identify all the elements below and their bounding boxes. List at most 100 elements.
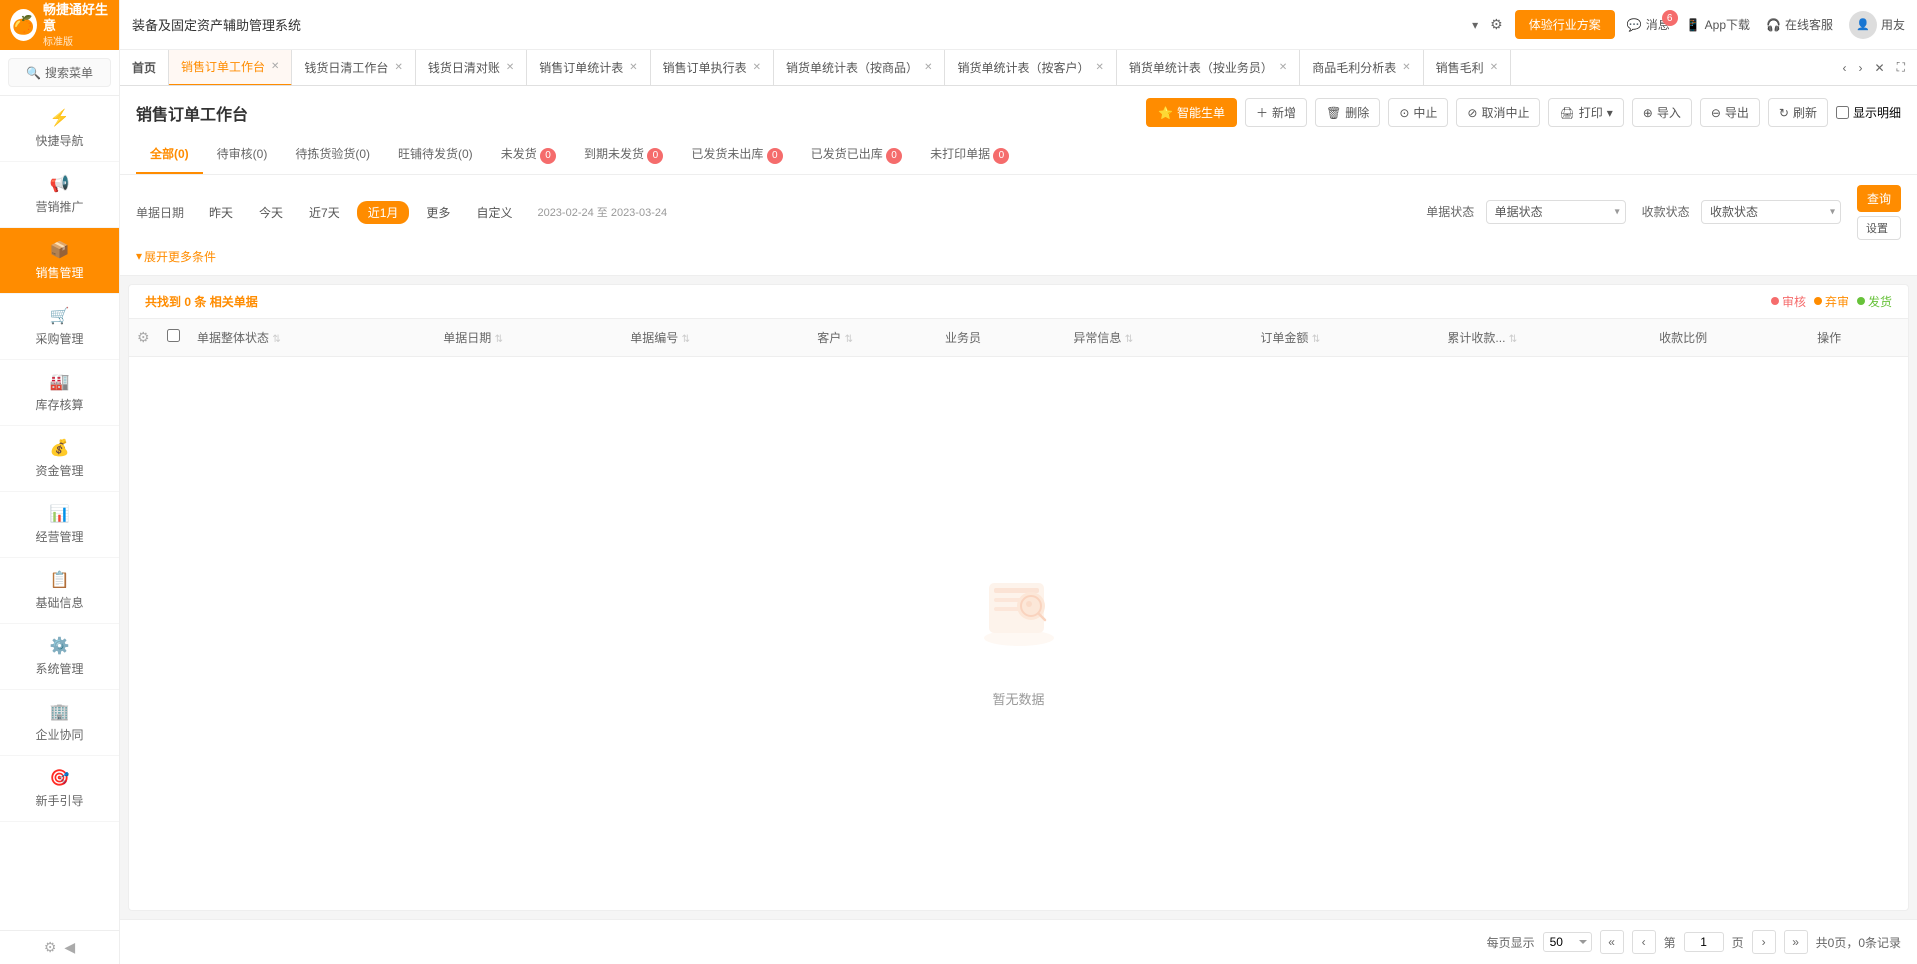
smart-generate-button[interactable]: ⭐ 智能生单 [1146,98,1237,127]
date-btn-today[interactable]: 今天 [250,201,292,224]
cancel-review-btn[interactable]: 弃审 [1814,293,1849,310]
topbar-message[interactable]: 💬 消息 6 [1627,16,1670,33]
tab-gross-margin[interactable]: 商品毛利分析表 ✕ [1300,50,1423,86]
th-settings: ⚙ [129,319,159,357]
sub-tab-shipped-not-out[interactable]: 已发货未出库 0 [677,137,796,174]
col-status-sort[interactable]: ⇅ [272,334,280,345]
tabs-prev-icon[interactable]: ‹ [1839,59,1851,77]
tab-sales-summary-staff-close[interactable]: ✕ [1279,62,1287,73]
industry-solution-button[interactable]: 体验行业方案 [1515,10,1615,39]
sidebar-item-inventory[interactable]: 🏭 库存核算 [0,360,119,426]
tabs-next-icon[interactable]: › [1855,59,1867,77]
tab-home[interactable]: 首页 [120,50,169,86]
sidebar-item-enterprise[interactable]: 🏢 企业协同 [0,690,119,756]
tab-sales-workbench[interactable]: 销售订单工作台 ✕ [169,50,292,86]
tab-cash-reconcile[interactable]: 钱货日清对账 ✕ [416,50,527,86]
sidebar-settings-icon[interactable]: ⚙ [44,939,57,956]
sub-tab-wangpu-ship[interactable]: 旺铺待发货(0) [384,137,487,174]
tab-sales-summary-customer-close[interactable]: ✕ [1095,62,1103,73]
tab-cash-reconcile-close[interactable]: ✕ [506,62,514,73]
review-btn[interactable]: 审核 [1771,293,1806,310]
tab-sales-exec[interactable]: 销售订单执行表 ✕ [651,50,774,86]
status-filter-select[interactable]: 单据状态 [1486,200,1626,224]
tab-sales-summary-product-close[interactable]: ✕ [924,62,932,73]
expand-more-button[interactable]: ▾ 展开更多条件 [136,248,216,265]
tab-sales-summary-customer[interactable]: 销货单统计表（按客户） ✕ [945,50,1116,86]
show-detail-label[interactable]: 显示明细 [1836,104,1901,121]
ship-btn[interactable]: 发货 [1857,293,1892,310]
per-page-select[interactable]: 10 20 50 100 [1543,932,1592,952]
sub-tab-expired-not-shipped[interactable]: 到期未发货 0 [570,137,677,174]
topbar-settings-icon[interactable]: ⚙ [1490,16,1503,33]
column-settings-icon[interactable]: ⚙ [137,329,150,345]
payment-filter-select[interactable]: 收款状态 [1701,200,1841,224]
tab-sales-profit-close[interactable]: ✕ [1490,62,1498,73]
tab-cash-daily[interactable]: 钱货日清工作台 ✕ [292,50,415,86]
tab-sales-profit[interactable]: 销售毛利 ✕ [1424,50,1511,86]
print-button[interactable]: 🖨 打印 ▾ [1548,98,1623,127]
pagination-next-btn[interactable]: › [1752,930,1776,954]
query-button[interactable]: 查询 [1857,185,1901,212]
topbar-dropdown-icon[interactable]: ▾ [1472,18,1478,32]
new-button[interactable]: ＋ 新增 [1245,98,1307,127]
select-all-checkbox[interactable] [167,329,180,342]
date-btn-1month[interactable]: 近1月 [357,201,410,224]
col-amount-sort[interactable]: ⇅ [1312,334,1320,345]
sidebar-collapse-icon[interactable]: ◀ [64,939,75,956]
col-collected-sort[interactable]: ⇅ [1509,334,1517,345]
sidebar-item-guide[interactable]: 🎯 新手引导 [0,756,119,822]
pagination-first-btn[interactable]: « [1600,930,1624,954]
sidebar-item-system[interactable]: ⚙️ 系统管理 [0,624,119,690]
tabs-fullscreen-icon[interactable]: ⛶ [1893,58,1909,77]
tab-sales-summary-staff[interactable]: 销货单统计表（按业务员） ✕ [1117,50,1300,86]
export-button[interactable]: ⊖ 导出 [1700,98,1760,127]
date-btn-more[interactable]: 更多 [417,201,459,224]
sub-tab-pending-inspect[interactable]: 待拣货验货(0) [281,137,384,174]
refresh-button[interactable]: ↻ 刷新 [1768,98,1828,127]
topbar-online-service[interactable]: 🎧 在线客服 [1766,16,1833,33]
tabs-close-all-icon[interactable]: ✕ [1871,59,1889,77]
date-btn-yesterday[interactable]: 昨天 [200,201,242,224]
col-abnormal-sort[interactable]: ⇅ [1125,334,1133,345]
col-customer-sort[interactable]: ⇅ [845,334,853,345]
cancel-pause-button[interactable]: ⊘ 取消中止 [1456,98,1540,127]
pagination-prev-btn[interactable]: ‹ [1632,930,1656,954]
import-button[interactable]: ⊕ 导入 [1632,98,1692,127]
tab-sales-stats[interactable]: 销售订单统计表 ✕ [527,50,650,86]
tab-gross-margin-close[interactable]: ✕ [1402,62,1410,73]
date-btn-7days[interactable]: 近7天 [300,201,349,224]
tab-sales-stats-close[interactable]: ✕ [629,62,637,73]
sidebar-item-finance[interactable]: 💰 资金管理 [0,426,119,492]
col-number-sort[interactable]: ⇅ [682,334,690,345]
sub-tab-all[interactable]: 全部(0) [136,137,203,174]
sidebar-item-basic-info[interactable]: 📋 基础信息 [0,558,119,624]
topbar-user[interactable]: 👤 用友 [1849,11,1905,39]
col-amount-label: 订单金额 [1260,331,1308,345]
sidebar-item-marketing[interactable]: 📢 营销推广 [0,162,119,228]
tab-cash-daily-close[interactable]: ✕ [394,62,402,73]
sidebar-item-sales[interactable]: 📦 销售管理 [0,228,119,294]
sidebar-item-operations[interactable]: 📊 经营管理 [0,492,119,558]
sidebar-search-button[interactable]: 🔍 搜索菜单 [8,58,111,87]
col-date-sort[interactable]: ⇅ [495,334,503,345]
filter-settings-button[interactable]: 设置 [1857,216,1901,240]
tab-sales-exec-close[interactable]: ✕ [753,62,761,73]
trash-icon: 🗑 [1326,106,1341,120]
sub-tab-not-shipped[interactable]: 未发货 0 [487,137,570,174]
table-header-row: ⚙ 单据整体状态 ⇅ 单据日期 ⇅ [129,319,1908,357]
show-detail-checkbox[interactable] [1836,106,1849,119]
pagination-last-btn[interactable]: » [1784,930,1808,954]
sub-tab-not-printed[interactable]: 未打印单据 0 [916,137,1023,174]
topbar-app-download[interactable]: 📱 App下载 [1686,16,1750,33]
pause-button[interactable]: ⊙ 中止 [1388,98,1448,127]
delete-button[interactable]: 🗑 删除 [1315,98,1380,127]
sub-tab-shipped-out[interactable]: 已发货已出库 0 [797,137,916,174]
page-input[interactable] [1684,932,1724,952]
date-btn-custom[interactable]: 自定义 [467,201,521,224]
tab-sales-workbench-close[interactable]: ✕ [271,61,279,72]
sidebar-item-purchase[interactable]: 🛒 采购管理 [0,294,119,360]
tab-cash-reconcile-label: 钱货日清对账 [428,59,500,76]
tab-sales-summary-product[interactable]: 销货单统计表（按商品） ✕ [774,50,945,86]
sub-tab-pending-review[interactable]: 待审核(0) [203,137,282,174]
sidebar-item-quick-nav[interactable]: ⚡ 快捷导航 [0,96,119,162]
